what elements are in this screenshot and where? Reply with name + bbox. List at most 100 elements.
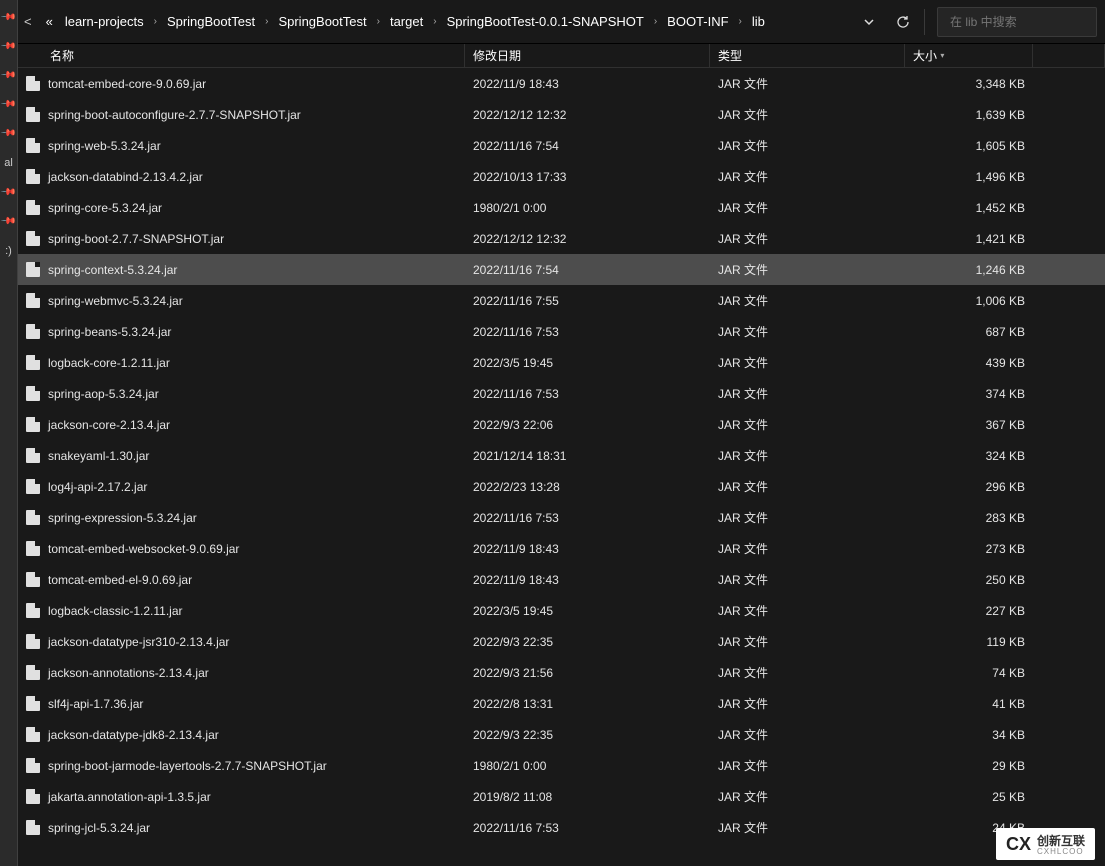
table-row[interactable]: spring-boot-autoconfigure-2.7.7-SNAPSHOT…: [18, 99, 1105, 130]
file-type: JAR 文件: [710, 757, 905, 774]
file-name: tomcat-embed-websocket-9.0.69.jar: [48, 542, 239, 556]
file-icon: [26, 541, 40, 556]
table-row[interactable]: tomcat-embed-el-9.0.69.jar2022/11/9 18:4…: [18, 564, 1105, 595]
file-type: JAR 文件: [710, 664, 905, 681]
file-date: 2022/11/16 7:53: [465, 325, 710, 339]
table-row[interactable]: spring-core-5.3.24.jar1980/2/1 0:00JAR 文…: [18, 192, 1105, 223]
table-row[interactable]: spring-context-5.3.24.jar2022/11/16 7:54…: [18, 254, 1105, 285]
file-date: 2022/11/9 18:43: [465, 77, 710, 91]
breadcrumb-item[interactable]: SpringBootTest-0.0.1-SNAPSHOT: [443, 12, 648, 31]
pin-icon[interactable]: 📌: [0, 38, 17, 55]
file-date: 1980/2/1 0:00: [465, 759, 710, 773]
file-name: spring-core-5.3.24.jar: [48, 201, 162, 215]
pin-icon[interactable]: 📌: [0, 9, 17, 26]
watermark-sub: CXHLCOO: [1037, 847, 1085, 856]
chevron-right-icon: ›: [375, 16, 382, 27]
file-type: JAR 文件: [710, 602, 905, 619]
file-type: JAR 文件: [710, 199, 905, 216]
file-type: JAR 文件: [710, 106, 905, 123]
table-row[interactable]: tomcat-embed-websocket-9.0.69.jar2022/11…: [18, 533, 1105, 564]
file-name: spring-jcl-5.3.24.jar: [48, 821, 150, 835]
table-row[interactable]: logback-classic-1.2.11.jar2022/3/5 19:45…: [18, 595, 1105, 626]
column-header-date[interactable]: 修改日期: [465, 44, 710, 67]
file-type: JAR 文件: [710, 633, 905, 650]
breadcrumb-item[interactable]: BOOT-INF: [663, 12, 732, 31]
table-row[interactable]: jackson-datatype-jsr310-2.13.4.jar 2022/9…: [18, 626, 1105, 657]
file-size: 439 KB: [905, 356, 1033, 370]
table-row[interactable]: slf4j-api-1.7.36.jar2022/2/8 13:31JAR 文件…: [18, 688, 1105, 719]
file-icon: [26, 448, 40, 463]
table-row[interactable]: spring-webmvc-5.3.24.jar2022/11/16 7:55J…: [18, 285, 1105, 316]
chevron-right-icon: ›: [737, 16, 744, 27]
file-name: spring-beans-5.3.24.jar: [48, 325, 171, 339]
file-icon: [26, 262, 40, 277]
column-header-name[interactable]: 名称: [18, 44, 465, 67]
search-input[interactable]: [950, 15, 1105, 29]
file-date: 2022/11/16 7:53: [465, 821, 710, 835]
chevron-right-icon: ›: [152, 16, 159, 27]
file-size: 1,246 KB: [905, 263, 1033, 277]
file-date: 2022/9/3 22:35: [465, 635, 710, 649]
table-row[interactable]: jackson-datatype-jdk8-2.13.4.jar2022/9/3…: [18, 719, 1105, 750]
table-row[interactable]: spring-aop-5.3.24.jar2022/11/16 7:53JAR …: [18, 378, 1105, 409]
file-name: spring-webmvc-5.3.24.jar: [48, 294, 183, 308]
table-row[interactable]: spring-boot-2.7.7-SNAPSHOT.jar2022/12/12…: [18, 223, 1105, 254]
table-row[interactable]: logback-core-1.2.11.jar2022/3/5 19:45JAR…: [18, 347, 1105, 378]
table-row[interactable]: jackson-core-2.13.4.jar2022/9/3 22:06JAR…: [18, 409, 1105, 440]
chevron-right-icon: ›: [263, 16, 270, 27]
table-row[interactable]: log4j-api-2.17.2.jar2022/2/23 13:28JAR 文…: [18, 471, 1105, 502]
file-icon: [26, 107, 40, 122]
file-size: 3,348 KB: [905, 77, 1033, 91]
file-size: 250 KB: [905, 573, 1033, 587]
table-row[interactable]: snakeyaml-1.30.jar2021/12/14 18:31JAR 文件…: [18, 440, 1105, 471]
pin-icon[interactable]: 📌: [0, 184, 17, 201]
breadcrumb-item[interactable]: lib: [748, 12, 769, 31]
table-row[interactable]: jackson-annotations-2.13.4.jar2022/9/3 2…: [18, 657, 1105, 688]
pin-icon[interactable]: 📌: [0, 96, 17, 113]
column-header-row: 名称 修改日期 类型 大小 ▾: [18, 44, 1105, 68]
file-name: jackson-datatype-jsr310-2.13.4.jar: [48, 635, 229, 649]
file-name: log4j-api-2.17.2.jar: [48, 480, 147, 494]
file-size: 29 KB: [905, 759, 1033, 773]
file-type: JAR 文件: [710, 230, 905, 247]
table-row[interactable]: spring-web-5.3.24.jar2022/11/16 7:54JAR …: [18, 130, 1105, 161]
file-icon: [26, 510, 40, 525]
search-box[interactable]: [937, 7, 1097, 37]
table-row[interactable]: spring-jcl-5.3.24.jar2022/11/16 7:53JAR …: [18, 812, 1105, 843]
breadcrumb-item[interactable]: SpringBootTest: [163, 12, 259, 31]
file-date: 2022/9/3 22:06: [465, 418, 710, 432]
breadcrumb-prefix[interactable]: «: [42, 12, 57, 31]
table-row[interactable]: spring-expression-5.3.24.jar2022/11/16 7…: [18, 502, 1105, 533]
file-icon: [26, 138, 40, 153]
table-row[interactable]: jackson-databind-2.13.4.2.jar2022/10/13 …: [18, 161, 1105, 192]
file-name: jackson-core-2.13.4.jar: [48, 418, 170, 432]
pin-icon[interactable]: 📌: [0, 125, 17, 142]
file-date: 2022/3/5 19:45: [465, 604, 710, 618]
file-size: 25 KB: [905, 790, 1033, 804]
file-date: 2022/2/23 13:28: [465, 480, 710, 494]
watermark: CX 创新互联 CXHLCOO: [996, 828, 1095, 860]
table-row[interactable]: tomcat-embed-core-9.0.69.jar2022/11/9 18…: [18, 68, 1105, 99]
file-icon: [26, 324, 40, 339]
topbar: < «learn-projects › SpringBootTest › SpringB…: [18, 0, 1105, 44]
divider: [924, 9, 925, 35]
breadcrumb-item[interactable]: target: [386, 12, 427, 31]
table-row[interactable]: jakarta.annotation-api-1.3.5.jar2019/8/2…: [18, 781, 1105, 812]
file-type: JAR 文件: [710, 571, 905, 588]
breadcrumb-item[interactable]: learn-projects: [61, 12, 148, 31]
pin-icon[interactable]: 📌: [0, 213, 17, 230]
table-row[interactable]: spring-beans-5.3.24.jar2022/11/16 7:53JA…: [18, 316, 1105, 347]
history-dropdown-icon[interactable]: [856, 9, 882, 35]
nav-back-icon[interactable]: <: [18, 14, 38, 29]
breadcrumb: «learn-projects › SpringBootTest › SpringBoo…: [38, 12, 852, 31]
file-type: JAR 文件: [710, 354, 905, 371]
column-header-type[interactable]: 类型: [710, 44, 905, 67]
file-icon: [26, 293, 40, 308]
breadcrumb-item[interactable]: SpringBootTest: [274, 12, 370, 31]
file-date: 2022/11/16 7:55: [465, 294, 710, 308]
table-row[interactable]: spring-boot-jarmode-layertools-2.7.7-SNA…: [18, 750, 1105, 781]
column-header-size[interactable]: 大小 ▾: [905, 44, 1033, 67]
refresh-icon[interactable]: [890, 9, 916, 35]
column-header-extra[interactable]: [1033, 44, 1105, 67]
pin-icon[interactable]: 📌: [0, 67, 17, 84]
